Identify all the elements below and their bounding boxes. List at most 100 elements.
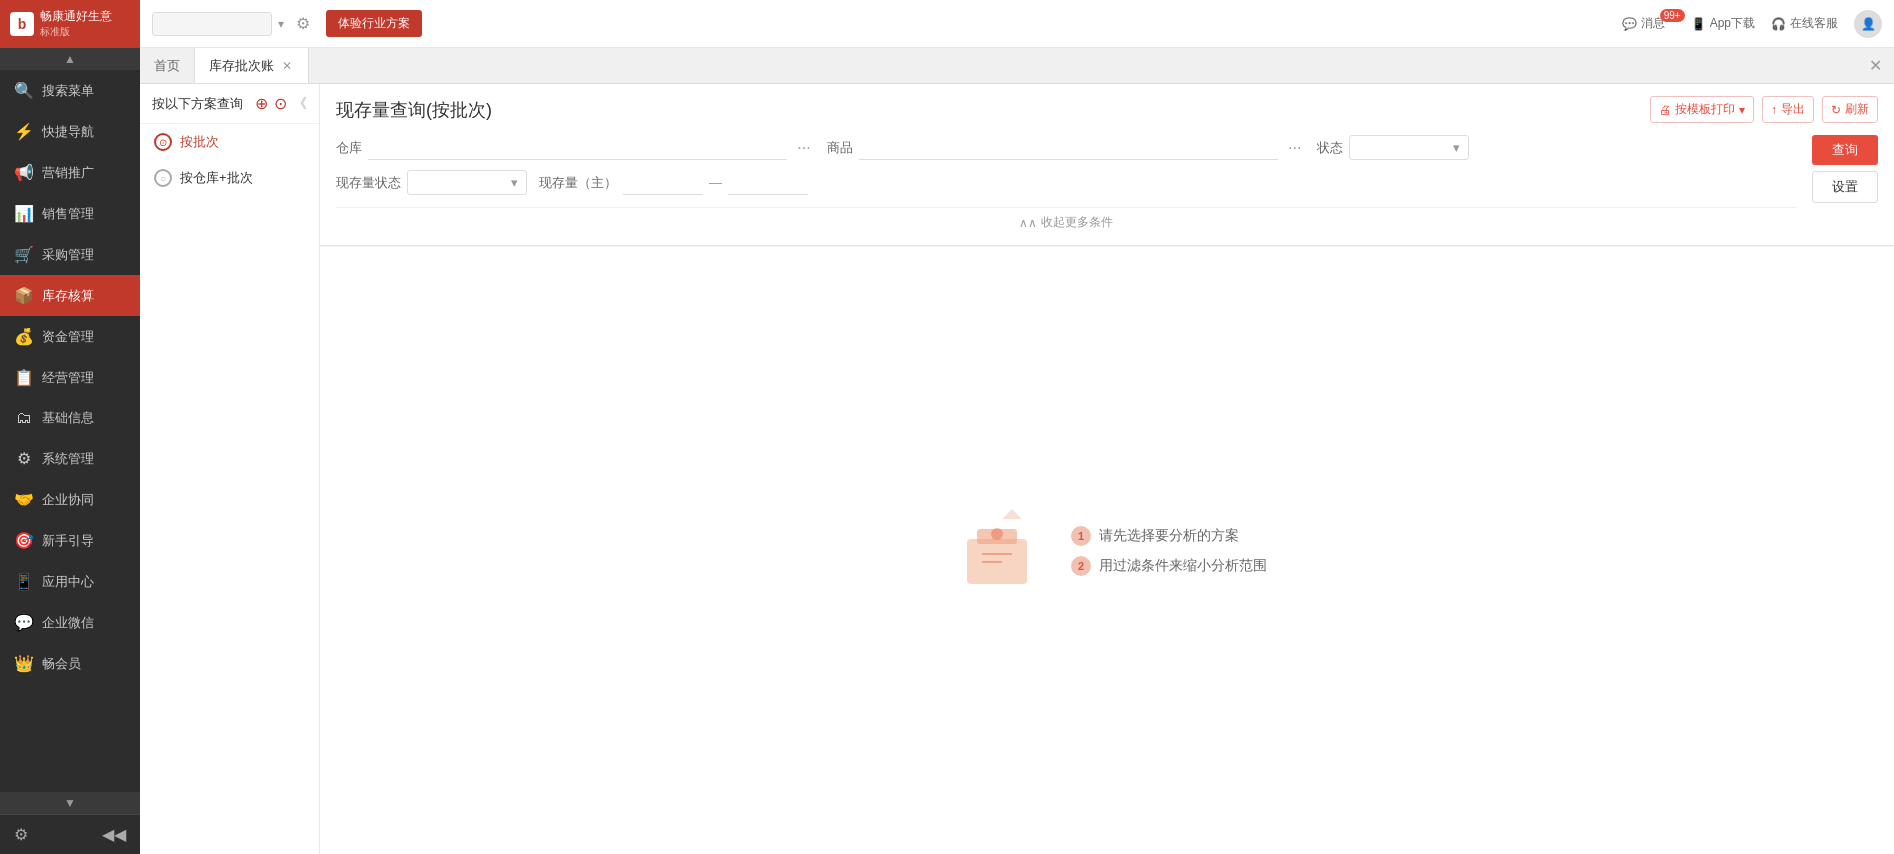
avatar-icon: 👤 xyxy=(1861,17,1876,31)
refresh-icon: ↻ xyxy=(1831,103,1841,117)
filter-row-1: 仓库 ··· 商品 ··· 状态 xyxy=(336,135,1796,160)
sidebar-item-inventory[interactable]: 📦 库存核算 xyxy=(0,275,140,316)
app-download-btn[interactable]: 📱 App下载 xyxy=(1691,15,1755,32)
export-btn[interactable]: ↑ 导出 xyxy=(1762,96,1814,123)
sidebar-header: b 畅康通好生意 标准版 xyxy=(0,0,140,48)
tab-inventory-batch-label: 库存批次账 xyxy=(209,57,274,75)
tip-num-2: 2 xyxy=(1071,556,1091,576)
collapse-more-btn[interactable]: ∧∧ 收起更多条件 xyxy=(336,207,1796,237)
warehouse-input[interactable] xyxy=(368,136,787,160)
print-dropdown-arrow[interactable]: ▾ xyxy=(1739,103,1745,117)
settings-plan-icon[interactable]: ⊙ xyxy=(274,94,287,113)
settings-icon[interactable]: ⚙ xyxy=(14,825,28,844)
quantity-max-input[interactable] xyxy=(728,171,808,195)
status-select[interactable]: ▾ xyxy=(1349,135,1469,160)
stock-status-dropdown-arrow: ▾ xyxy=(511,175,518,190)
trial-btn[interactable]: 体验行业方案 xyxy=(326,10,422,37)
tab-bar: 首页 库存批次账 ✕ ✕ xyxy=(140,48,1894,84)
quantity-min-input[interactable] xyxy=(623,171,703,195)
plan-icon-active: ⊙ xyxy=(154,133,172,151)
query-btn[interactable]: 查询 xyxy=(1812,135,1878,165)
sidebar-item-sales[interactable]: 📊 销售管理 xyxy=(0,193,140,234)
top-bar: ▾ ⚙ 体验行业方案 💬 消息 99+ 📱 App下载 🎧 在线客服 👤 xyxy=(140,0,1894,48)
query-header: 现存量查询(按批次) 🖨 按模板打印 ▾ ↑ 导出 ↻ xyxy=(320,84,1894,246)
warehouse-more-icon[interactable]: ··· xyxy=(793,139,814,157)
company-name: 畅康通好生意 xyxy=(40,9,112,25)
empty-tip-1: 1 请先选择要分析的方案 xyxy=(1071,526,1267,546)
sidebar-item-enterprise-wechat[interactable]: 💬 企业微信 xyxy=(0,602,140,643)
collapse-panel-icon[interactable]: 《 xyxy=(293,95,307,113)
search-dropdown-arrow[interactable]: ▾ xyxy=(278,17,284,31)
content-area: 按以下方案查询 ⊕ ⊙ 《 ⊙ 按批次 ○ 按仓库+批次 现存量查询(按批次) xyxy=(140,84,1894,854)
sidebar-item-membership[interactable]: 👑 畅会员 xyxy=(0,643,140,684)
filter-panel-actions: ⊕ ⊙ 《 xyxy=(255,94,307,113)
sidebar-item-search[interactable]: 🔍 搜索菜单 xyxy=(0,70,140,111)
sidebar-item-newbie[interactable]: 🎯 新手引导 xyxy=(0,520,140,561)
query-area: 现存量查询(按批次) 🖨 按模板打印 ▾ ↑ 导出 ↻ xyxy=(320,84,1894,854)
sidebar-item-system[interactable]: ⚙ 系统管理 xyxy=(0,438,140,479)
top-gear-icon[interactable]: ⚙ xyxy=(296,14,310,33)
query-actions: 🖨 按模板打印 ▾ ↑ 导出 ↻ 刷新 xyxy=(1650,96,1878,123)
finance-icon: 💰 xyxy=(14,327,34,346)
chevron-up-icon: ∧∧ xyxy=(1019,216,1037,230)
main-area: ▾ ⚙ 体验行业方案 💬 消息 99+ 📱 App下载 🎧 在线客服 👤 xyxy=(140,0,1894,854)
goods-more-icon[interactable]: ··· xyxy=(1284,139,1305,157)
tip-text-2: 用过滤条件来缩小分析范围 xyxy=(1099,557,1267,575)
sidebar-item-purchase[interactable]: 🛒 采购管理 xyxy=(0,234,140,275)
plan-item-warehouse-batch[interactable]: ○ 按仓库+批次 xyxy=(140,160,319,196)
sidebar-item-basics[interactable]: 🗂 基础信息 xyxy=(0,398,140,438)
sidebar-item-quick-nav[interactable]: ⚡ 快捷导航 xyxy=(0,111,140,152)
sidebar-item-label: 企业协同 xyxy=(42,491,94,509)
lightning-icon: ⚡ xyxy=(14,122,34,141)
stock-status-select[interactable]: ▾ xyxy=(407,170,527,195)
export-label: 导出 xyxy=(1781,101,1805,118)
sidebar-item-enterprise[interactable]: 🤝 企业协同 xyxy=(0,479,140,520)
sidebar-item-app-center[interactable]: 📱 应用中心 xyxy=(0,561,140,602)
sidebar-item-operations[interactable]: 📋 经营管理 xyxy=(0,357,140,398)
sidebar-item-label: 搜索菜单 xyxy=(42,82,94,100)
filter-panel: 按以下方案查询 ⊕ ⊙ 《 ⊙ 按批次 ○ 按仓库+批次 xyxy=(140,84,320,854)
message-icon: 💬 xyxy=(1622,17,1637,31)
query-title-row: 现存量查询(按批次) 🖨 按模板打印 ▾ ↑ 导出 ↻ xyxy=(336,96,1878,123)
sidebar-item-label: 基础信息 xyxy=(42,409,94,427)
phone-icon: 📱 xyxy=(1691,17,1706,31)
basics-icon: 🗂 xyxy=(14,409,34,427)
empty-illustration xyxy=(947,499,1047,602)
empty-svg xyxy=(947,499,1047,599)
collapse-sidebar-icon[interactable]: ◀◀ xyxy=(102,825,126,844)
messages-btn[interactable]: 💬 消息 99+ xyxy=(1622,15,1675,32)
search-input[interactable] xyxy=(152,12,272,36)
newbie-icon: 🎯 xyxy=(14,531,34,550)
scroll-up-btn[interactable]: ▲ xyxy=(0,48,140,70)
template-print-label: 按模板打印 xyxy=(1675,101,1735,118)
tab-close-icon[interactable]: ✕ xyxy=(280,59,294,73)
filter-panel-title: 按以下方案查询 xyxy=(152,95,243,113)
tab-home-label: 首页 xyxy=(154,57,180,75)
range-dash: — xyxy=(709,175,722,190)
tab-close-main-icon[interactable]: ✕ xyxy=(1857,56,1894,75)
marketing-icon: 📢 xyxy=(14,163,34,182)
online-service-btn[interactable]: 🎧 在线客服 xyxy=(1771,15,1838,32)
messages-badge: 99+ xyxy=(1660,9,1685,22)
sidebar-nav: 🔍 搜索菜单 ⚡ 快捷导航 📢 营销推广 📊 销售管理 🛒 采购管理 📦 库存核… xyxy=(0,70,140,792)
plan-item-batch[interactable]: ⊙ 按批次 xyxy=(140,124,319,160)
refresh-btn[interactable]: ↻ 刷新 xyxy=(1822,96,1878,123)
svg-marker-5 xyxy=(1002,509,1022,519)
goods-input[interactable] xyxy=(859,136,1278,160)
empty-tips: 1 请先选择要分析的方案 2 用过滤条件来缩小分析范围 xyxy=(1071,526,1267,576)
tab-home[interactable]: 首页 xyxy=(140,48,195,83)
online-service-label: 在线客服 xyxy=(1790,15,1838,32)
goods-filter: 商品 ··· xyxy=(827,136,1306,160)
empty-state: 1 请先选择要分析的方案 2 用过滤条件来缩小分析范围 xyxy=(320,247,1894,854)
goods-label: 商品 xyxy=(827,139,853,157)
settings-btn[interactable]: 设置 xyxy=(1812,171,1878,203)
scroll-down-btn[interactable]: ▼ xyxy=(0,792,140,814)
filter-panel-header: 按以下方案查询 ⊕ ⊙ 《 xyxy=(140,84,319,124)
sidebar-item-label: 企业微信 xyxy=(42,614,94,632)
sidebar-item-finance[interactable]: 💰 资金管理 xyxy=(0,316,140,357)
sidebar-item-marketing[interactable]: 📢 营销推广 xyxy=(0,152,140,193)
add-plan-icon[interactable]: ⊕ xyxy=(255,94,268,113)
user-profile-btn[interactable]: 👤 xyxy=(1854,10,1882,38)
tab-inventory-batch[interactable]: 库存批次账 ✕ xyxy=(195,48,309,83)
template-print-btn[interactable]: 🖨 按模板打印 ▾ xyxy=(1650,96,1754,123)
